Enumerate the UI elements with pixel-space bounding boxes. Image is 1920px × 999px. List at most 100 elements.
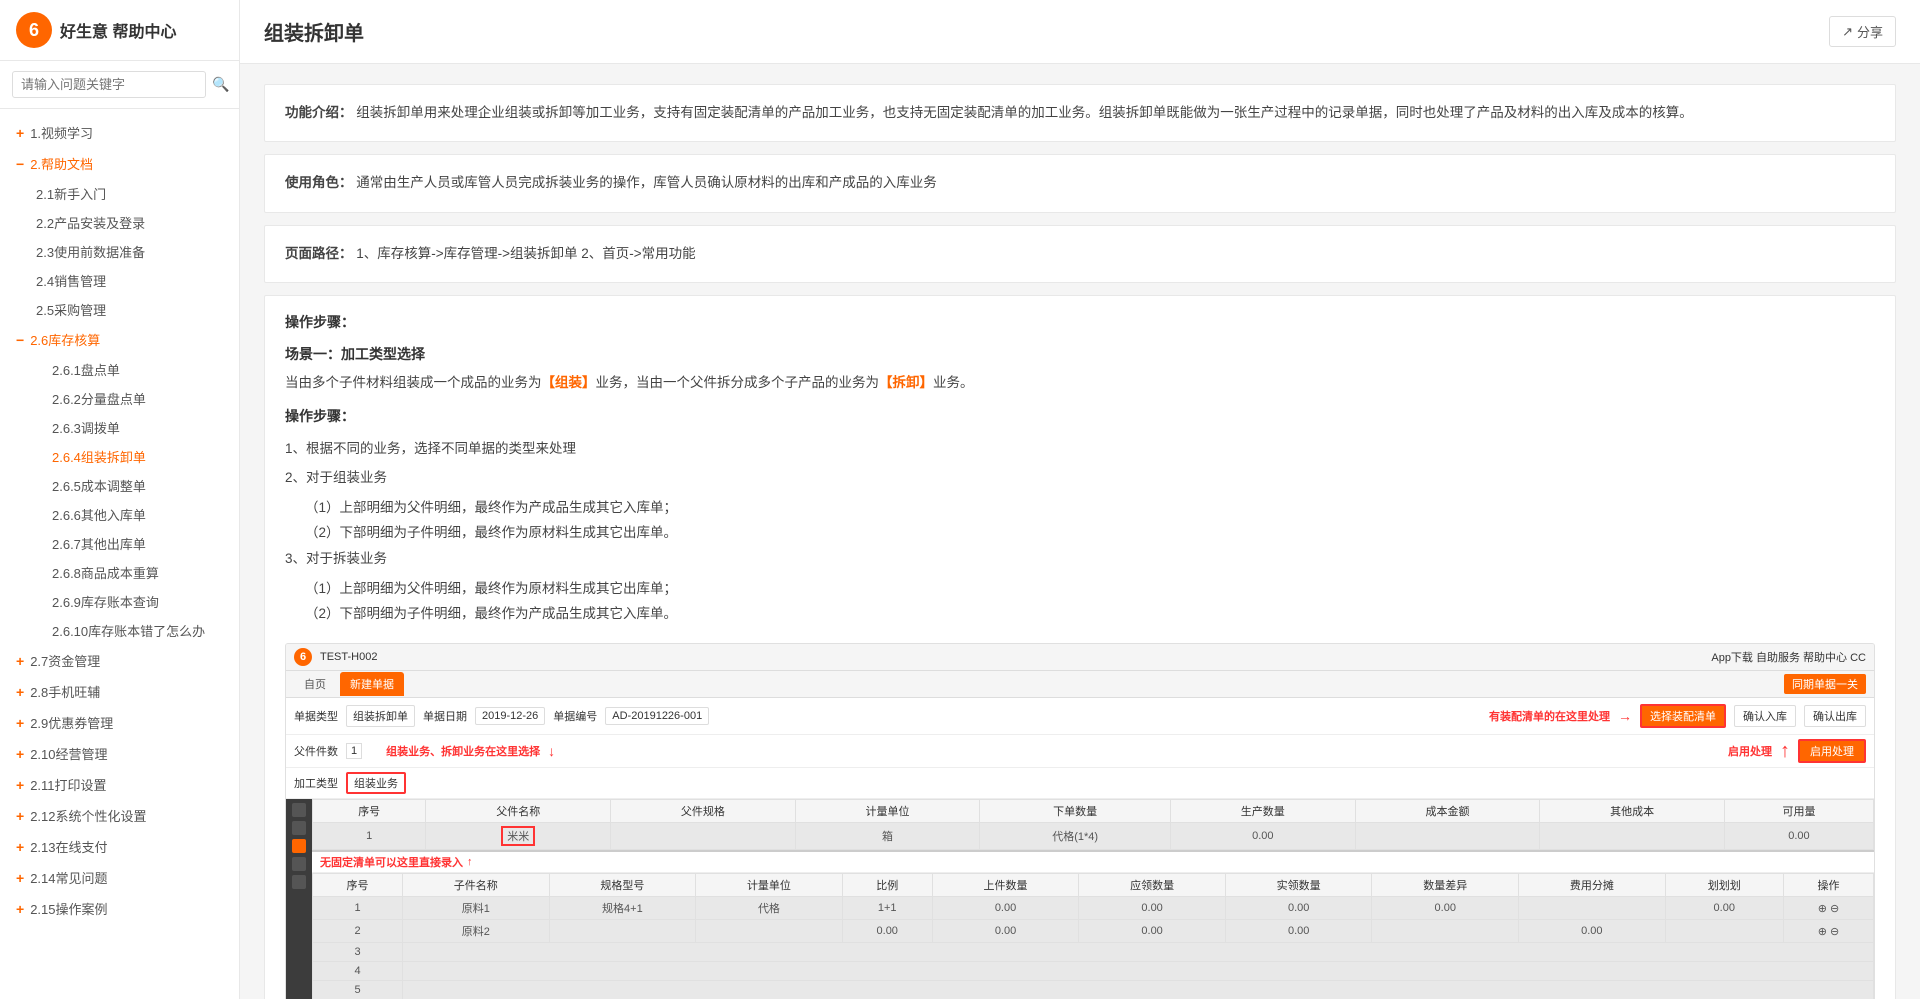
ltd-spec (549, 920, 696, 943)
form-no-value[interactable]: AD-20191226-001 (605, 707, 709, 725)
step3-sub2: （2）下部明细为子件明细，最终作为产成品生成其它入库单。 (285, 601, 1875, 627)
search-box: 🔍 (0, 61, 239, 109)
sidebar-item-video[interactable]: + 1.视频学习 (0, 117, 239, 148)
sidebar-item-262[interactable]: 2.6.2分量盘点单 (0, 384, 239, 413)
lower-table-row-2: 2 原料2 0.00 0.00 0.00 0.00 (313, 920, 1874, 943)
expand-icon: + (16, 684, 24, 700)
lth-actual-qty: 实领数量 (1225, 874, 1372, 897)
screenshot-top-bar: 6 TEST-H002 App下载 自助服务 帮助中心 CC (286, 644, 1874, 671)
sidebar-item-prep[interactable]: 2.3使用前数据准备 (0, 237, 239, 266)
sidebar-item-cases[interactable]: + 2.15操作案例 (0, 893, 239, 924)
type-select[interactable]: 组装业务 (346, 772, 406, 794)
sidebar-item-faq[interactable]: + 2.14常见问题 (0, 862, 239, 893)
nav-label: 2.6库存核算 (30, 330, 100, 349)
th-order-qty: 下单数量 (980, 800, 1171, 823)
screenshot-container: 6 TEST-H002 App下载 自助服务 帮助中心 CC 自页 新建单据 同… (285, 643, 1875, 999)
sidebar-item-265[interactable]: 2.6.5成本调整单 (0, 471, 239, 500)
intro-label: 功能介绍： (285, 105, 353, 120)
form-type-value[interactable]: 组装拆卸单 (346, 705, 415, 727)
ltd-ratio: 1+1 (842, 897, 932, 920)
step2-sub1: （1）上部明细为父件明细，最终作为产成品生成其它入库单； (285, 495, 1875, 521)
sidebar-item-new[interactable]: 2.1新手入门 (0, 179, 239, 208)
nav-label: 2.6.1盘点单 (52, 360, 120, 379)
search-input[interactable] (12, 71, 206, 98)
upper-table: 序号 父件名称 父件规格 计量单位 下单数量 生产数量 成本金额 其他成本 (312, 799, 1874, 850)
action-btn1[interactable]: 确认入库 (1734, 705, 1796, 727)
ops-heading2: 操作步骤： (285, 406, 1875, 426)
lth-ratio: 比例 (842, 874, 932, 897)
expand-icon: + (16, 125, 24, 141)
sidebar-item-purchase[interactable]: 2.5采购管理 (0, 295, 239, 324)
ltd-unit (696, 920, 843, 943)
sidebar-item-install[interactable]: 2.2产品安装及登录 (0, 208, 239, 237)
parent-name-input[interactable]: 米米 (501, 826, 535, 846)
nav-label: 2.4销售管理 (36, 271, 106, 290)
intro-card: 功能介绍： 组装拆卸单用来处理企业组装或拆卸等加工业务，支持有固定装配清单的产品… (264, 84, 1896, 142)
ltd-alloc (1519, 897, 1666, 920)
step1-text: 1、根据不同的业务，选择不同单据的类型来处理 (285, 436, 1875, 462)
sidebar-item-mobile[interactable]: + 2.8手机旺辅 (0, 676, 239, 707)
sidebar-item-print[interactable]: + 2.11打印设置 (0, 769, 239, 800)
sidebar-item-ops[interactable]: + 2.10经营管理 (0, 738, 239, 769)
cell-other-cost (1540, 823, 1725, 850)
screenshot-tab-home[interactable]: 自页 (294, 671, 336, 697)
cell-order-qty: 代格(1*4) (980, 823, 1171, 850)
main-content: 组装拆卸单 ↗ 分享 功能介绍： 组装拆卸单用来处理企业组装或拆卸等加工业务，支… (240, 0, 1920, 999)
row-op-icon2[interactable]: ⊖ (1830, 926, 1839, 938)
arrow2-icon: ↑ (1780, 741, 1790, 761)
form-count-value[interactable]: 1 (346, 743, 362, 759)
select-bom-btn[interactable]: 选择装配清单 (1640, 704, 1726, 728)
sidebar-item-264[interactable]: 2.6.4组装拆卸单 (0, 442, 239, 471)
ops-heading: 操作步骤： (285, 312, 1875, 332)
sidebar-item-inventory[interactable]: − 2.6库存核算 (0, 324, 239, 355)
sidebar-item-261[interactable]: 2.6.1盘点单 (0, 355, 239, 384)
search-button[interactable]: 🔍 (212, 76, 229, 93)
sidebar-item-finance[interactable]: + 2.7资金管理 (0, 645, 239, 676)
lower-table-header-row: 序号 子件名称 规格型号 计量单位 比例 上件数量 应领数量 实领数量 (313, 874, 1874, 897)
share-button[interactable]: ↗ 分享 (1829, 16, 1896, 47)
enable-processing-btn[interactable]: 启用处理 (1798, 739, 1866, 763)
ltd-ops: ⊕ ⊖ (1783, 897, 1873, 920)
sidebar-item-coupon[interactable]: + 2.9优惠券管理 (0, 707, 239, 738)
nav-label: 2.3使用前数据准备 (36, 242, 145, 261)
ltd-req: 0.00 (1079, 897, 1226, 920)
sidebar-item-sales[interactable]: 2.4销售管理 (0, 266, 239, 295)
cell-unit: 箱 (795, 823, 980, 850)
sidebar-item-online-pay[interactable]: + 2.13在线支付 (0, 831, 239, 862)
form-date-value[interactable]: 2019-12-26 (475, 707, 545, 725)
lth-upper-qty: 上件数量 (932, 874, 1079, 897)
sidebar-item-docs[interactable]: − 2.帮助文档 (0, 148, 239, 179)
screenshot-sync-btn[interactable]: 同期单据一关 (1784, 674, 1866, 694)
nav-label: 2.10经营管理 (30, 744, 107, 763)
lth-alloc: 费用分摊 (1519, 874, 1666, 897)
sidebar-item-custom[interactable]: + 2.12系统个性化设置 (0, 800, 239, 831)
row-op-icon1[interactable]: ⊕ (1818, 903, 1827, 915)
screenshot-tables: 序号 父件名称 父件规格 计量单位 下单数量 生产数量 成本金额 其他成本 (312, 799, 1874, 999)
desc-text3: 业务。 (933, 375, 974, 390)
main-header: 组装拆卸单 ↗ 分享 (240, 0, 1920, 64)
action-btn2[interactable]: 确认出库 (1804, 705, 1866, 727)
sidebar-item-268[interactable]: 2.6.8商品成本重算 (0, 558, 239, 587)
upper-table-section: 序号 父件名称 父件规格 计量单位 下单数量 生产数量 成本金额 其他成本 (312, 799, 1874, 852)
screenshot-body-wrapper: 序号 父件名称 父件规格 计量单位 下单数量 生产数量 成本金额 其他成本 (286, 799, 1874, 999)
row-op-icon2[interactable]: ⊖ (1830, 903, 1839, 915)
nav-label: 2.5采购管理 (36, 300, 106, 319)
row-op-icon1[interactable]: ⊕ (1818, 926, 1827, 938)
sidebar-item-267[interactable]: 2.6.7其他出库单 (0, 529, 239, 558)
th-cost: 成本金额 (1355, 800, 1540, 823)
intro-text: 组装拆卸单用来处理企业组装或拆卸等加工业务，支持有固定装配清单的产品加工业务，也… (356, 105, 1693, 120)
th-avail: 可用量 (1724, 800, 1873, 823)
sidebar-item-266[interactable]: 2.6.6其他入库单 (0, 500, 239, 529)
sidebar-item-263[interactable]: 2.6.3调拨单 (0, 413, 239, 442)
lth-ops: 操作 (1783, 874, 1873, 897)
ltd-name: 原料2 (403, 920, 550, 943)
sidebar-item-269[interactable]: 2.6.9库存账本查询 (0, 587, 239, 616)
form-type-label: 单据类型 (294, 708, 338, 724)
screenshot-icons: App下载 自助服务 帮助中心 CC (1711, 649, 1866, 665)
annotation3-text: 组装业务、拆卸业务在这里选择 (386, 743, 540, 759)
ltd-extra (1665, 920, 1783, 943)
sidebar-item-2610[interactable]: 2.6.10库存账本错了怎么办 (0, 616, 239, 645)
annotation4-text: 无固定清单可以这里直接录入 (320, 854, 463, 870)
cell-prod-qty: 0.00 (1170, 823, 1355, 850)
screenshot-tab-new[interactable]: 新建单据 (340, 672, 404, 696)
